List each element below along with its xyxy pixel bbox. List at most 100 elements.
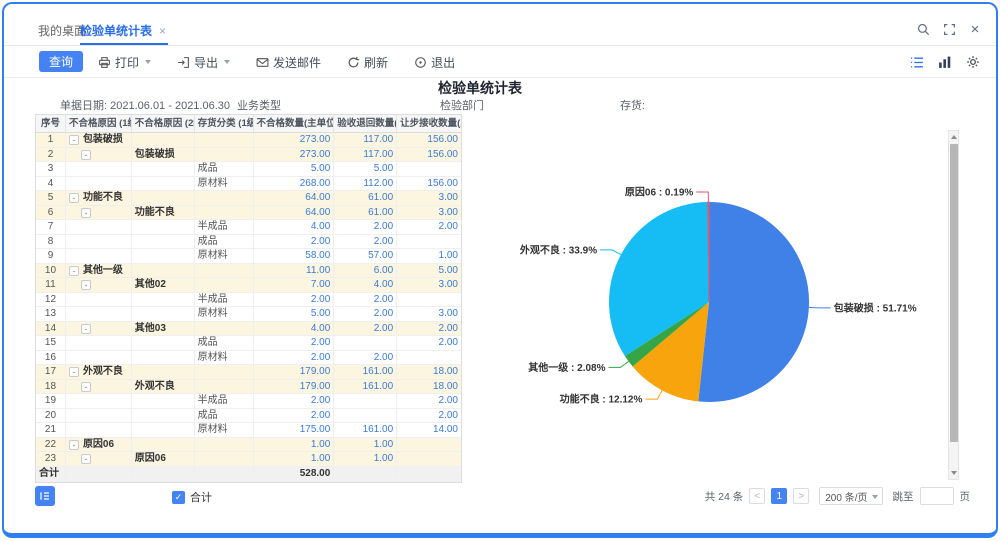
table-row[interactable]: 20成品2.002.00 (36, 409, 461, 424)
cell-no: 11 (36, 278, 66, 293)
column-header[interactable]: 验收退回数量(主单位) (334, 115, 397, 133)
table-header-row: 序号不合格原因 (1级)不合格原因 (2级)存货分类 (1级)不合格数量(主单位… (36, 115, 461, 133)
column-header[interactable]: 序号 (36, 115, 66, 133)
collapse-icon[interactable]: - (81, 454, 91, 464)
send-email-button[interactable]: 发送邮件 (256, 54, 321, 71)
query-button[interactable]: 查询 (39, 51, 83, 72)
export-button[interactable]: 导出 (177, 54, 230, 71)
page-size-select[interactable]: 200 条/页 (819, 487, 882, 505)
table-row[interactable]: 4原材料268.00112.00156.00 (36, 177, 461, 192)
cell-qty: 64.00 (254, 191, 335, 206)
exit-button[interactable]: 退出 (414, 54, 455, 71)
chart-view-icon[interactable] (938, 56, 952, 69)
cell-no: 8 (36, 235, 66, 250)
filter-business-type[interactable]: 业务类型 (237, 97, 281, 113)
table-row[interactable]: 15成品2.002.00 (36, 336, 461, 351)
collapse-icon[interactable]: - (81, 324, 91, 334)
filter-date-value[interactable]: 2021.06.01 - 2021.06.30 (110, 100, 230, 112)
table-row[interactable]: 9原材料58.0057.001.00 (36, 249, 461, 264)
table-row[interactable]: 21原材料175.00161.0014.00 (36, 423, 461, 438)
cell-accept-qty (397, 293, 461, 308)
scrollbar-thumb[interactable] (950, 144, 958, 442)
table-row[interactable]: 3成品5.005.00 (36, 162, 461, 177)
table-row[interactable]: 22-原因061.001.00 (36, 438, 461, 453)
close-tab-icon[interactable]: × (159, 24, 166, 38)
cell-reason2 (132, 394, 195, 409)
table-row[interactable]: 14-其他034.002.002.00 (36, 322, 461, 337)
table-row[interactable]: 1-包装破损273.00117.00156.00 (36, 133, 461, 148)
search-icon[interactable] (916, 22, 930, 36)
cell-accept-qty: 2.00 (397, 409, 461, 424)
cell-category (195, 206, 254, 221)
footer-cell (334, 467, 397, 482)
table-row[interactable]: 6-功能不良64.0061.003.00 (36, 206, 461, 221)
tab-my-desktop[interactable]: 我的桌面 (38, 20, 86, 45)
scroll-down-icon[interactable] (949, 467, 958, 479)
cell-reason2: 其他03 (132, 322, 195, 337)
print-button[interactable]: 打印 (98, 54, 151, 71)
table-row[interactable]: 16原材料2.002.00 (36, 351, 461, 366)
column-header[interactable]: 不合格原因 (1级) (66, 115, 132, 133)
table-row[interactable]: 10-其他一级11.006.005.00 (36, 264, 461, 279)
table-row[interactable]: 19半成品2.002.00 (36, 394, 461, 409)
cell-no: 6 (36, 206, 66, 221)
cell-no: 4 (36, 177, 66, 192)
cell-no: 15 (36, 336, 66, 351)
column-header[interactable]: 不合格原因 (2级) (132, 115, 195, 133)
footer-cell (195, 467, 254, 482)
pie-slice-包装破损[interactable] (698, 202, 809, 402)
cell-qty: 11.00 (254, 264, 335, 279)
collapse-icon[interactable]: - (69, 367, 79, 377)
current-page-button[interactable]: 1 (771, 488, 787, 504)
table-row[interactable]: 13原材料5.002.003.00 (36, 307, 461, 322)
pie-label-line-其他一级 (609, 361, 629, 367)
table-row[interactable]: 23-原因061.001.00 (36, 452, 461, 467)
table-row[interactable]: 5-功能不良64.0061.003.00 (36, 191, 461, 206)
gear-icon[interactable] (966, 55, 980, 69)
filter-inspect-dept[interactable]: 检验部门 (440, 97, 484, 113)
scroll-up-icon[interactable] (949, 131, 958, 143)
cell-reason1: - (66, 322, 132, 337)
table-row[interactable]: 11-其他027.004.003.00 (36, 278, 461, 293)
table-row[interactable]: 12半成品2.002.00 (36, 293, 461, 308)
cell-return-qty: 2.00 (334, 322, 397, 337)
cell-category: 半成品 (195, 293, 254, 308)
fullscreen-icon[interactable] (942, 22, 956, 36)
cell-qty: 175.00 (254, 423, 335, 438)
prev-page-button[interactable]: < (749, 488, 765, 504)
collapse-icon[interactable]: - (69, 135, 79, 145)
collapse-icon[interactable]: - (69, 440, 79, 450)
list-view-icon[interactable] (910, 56, 924, 69)
close-window-icon[interactable]: × (968, 22, 982, 36)
collapse-icon[interactable]: - (69, 266, 79, 276)
collapse-icon[interactable]: - (81, 150, 91, 160)
cell-accept-qty (397, 452, 461, 467)
vertical-scrollbar[interactable] (948, 130, 959, 480)
pie-chart[interactable]: 包装破损 : 51.71%功能不良 : 12.12%其他一级 : 2.08%外观… (480, 118, 952, 492)
cell-qty: 4.00 (254, 220, 335, 235)
column-header[interactable]: 让步接收数量(主单位) (397, 115, 461, 133)
cell-return-qty (334, 409, 397, 424)
refresh-button[interactable]: 刷新 (347, 54, 388, 71)
cell-reason2 (132, 133, 195, 148)
cell-no: 13 (36, 307, 66, 322)
collapse-icon[interactable]: - (69, 193, 79, 203)
column-header[interactable]: 存货分类 (1级) (195, 115, 254, 133)
collapse-icon[interactable]: - (81, 208, 91, 218)
next-page-button[interactable]: > (793, 488, 809, 504)
filter-stock[interactable]: 存货: (620, 97, 645, 113)
table-row[interactable]: 7半成品4.002.002.00 (36, 220, 461, 235)
panel-toggle-button[interactable] (35, 486, 55, 506)
collapse-icon[interactable]: - (81, 280, 91, 290)
cell-category (195, 380, 254, 395)
tab-report[interactable]: 检验单统计表× (80, 20, 168, 45)
table-row[interactable]: 2-包装破损273.00117.00156.00 (36, 148, 461, 163)
total-checkbox[interactable]: ✓ (172, 491, 185, 504)
collapse-icon[interactable]: - (81, 382, 91, 392)
table-row[interactable]: 17-外观不良179.00161.0018.00 (36, 365, 461, 380)
table-row[interactable]: 8成品2.002.00 (36, 235, 461, 250)
column-header[interactable]: 不合格数量(主单位) (254, 115, 335, 133)
cell-accept-qty: 156.00 (397, 133, 461, 148)
jump-page-input[interactable] (920, 487, 954, 505)
table-row[interactable]: 18-外观不良179.00161.0018.00 (36, 380, 461, 395)
